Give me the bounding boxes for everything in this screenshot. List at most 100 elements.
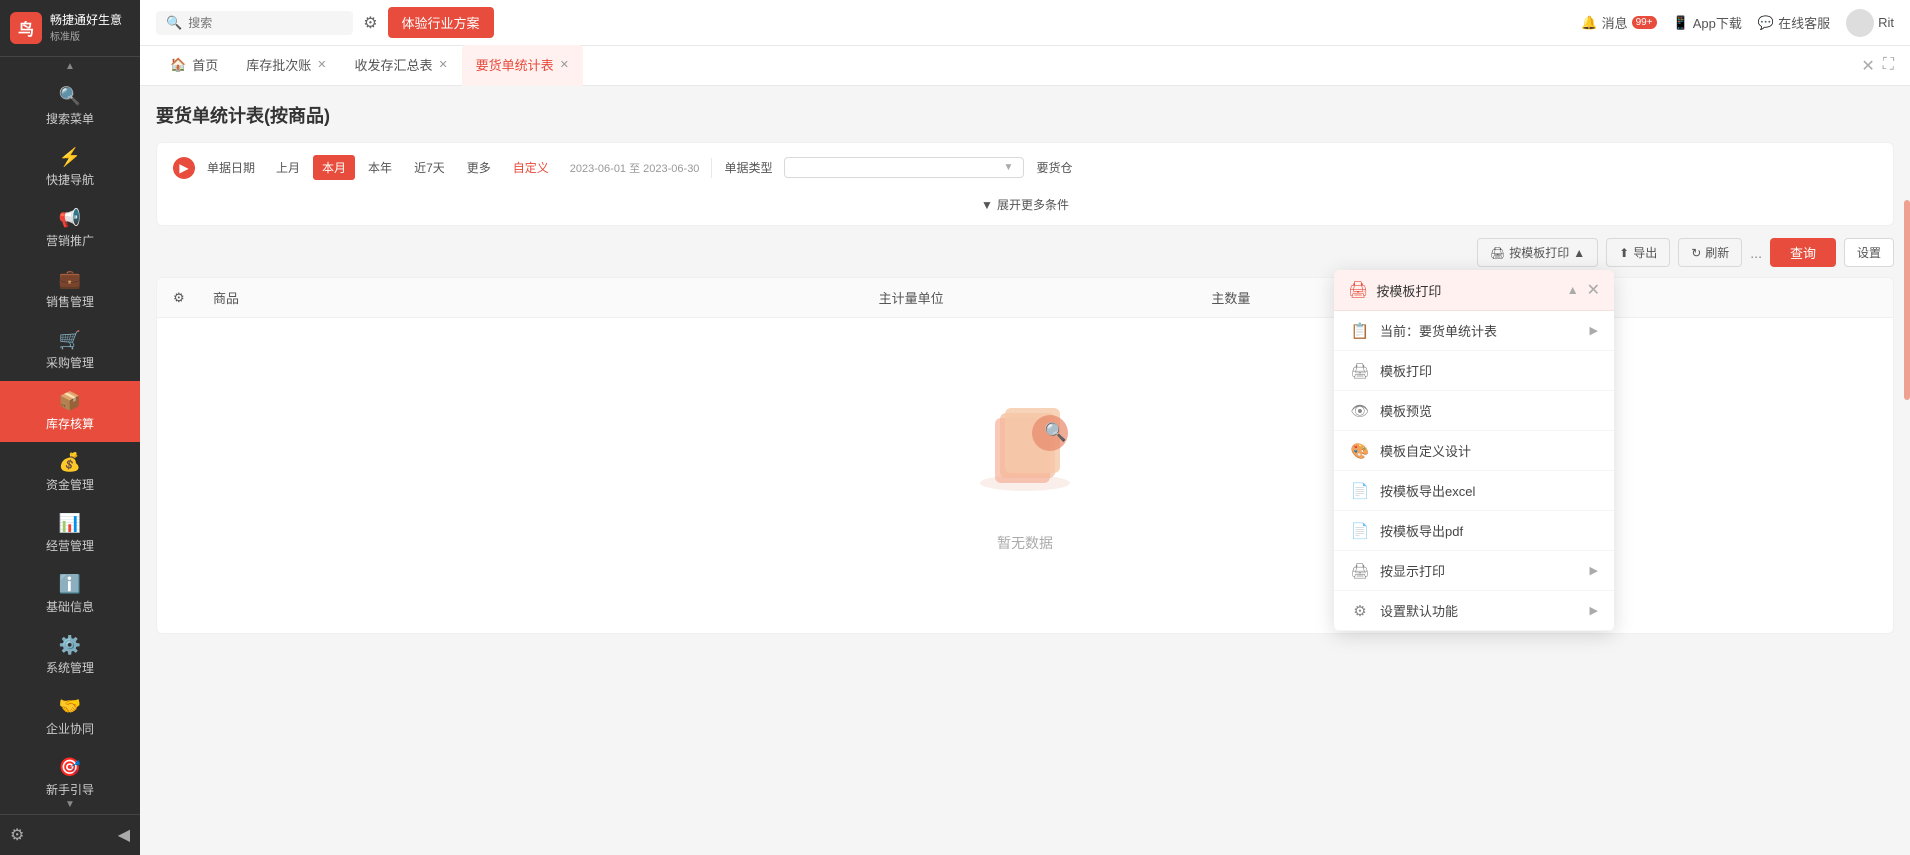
sidebar-item-label: 资金管理 xyxy=(46,476,94,493)
dropdown-title: 🖨 按模板打印 xyxy=(1348,280,1441,300)
date-btn-this-month[interactable]: 本月 xyxy=(313,155,355,180)
finance-icon: 💰 xyxy=(59,452,81,473)
tab-receive-summary-close[interactable]: ✕ xyxy=(438,58,447,71)
system-icon: ⚙️ xyxy=(59,635,81,656)
sidebar-item-finance[interactable]: 💰 资金管理 xyxy=(0,442,140,503)
date-btn-more[interactable]: 更多 xyxy=(458,155,500,180)
sidebar-item-label: 新手引导 xyxy=(46,781,94,795)
tab-order-stats-close[interactable]: ✕ xyxy=(560,58,569,71)
topbar-right: 🔔 消息 99+ 📱 App下载 💬 在线客服 Rit xyxy=(1581,9,1894,37)
search-input[interactable] xyxy=(188,16,343,30)
dropdown-header-controls: ▲ ✕ xyxy=(1567,280,1600,300)
export-btn[interactable]: ⬆ 导出 xyxy=(1606,238,1670,267)
chevron-up-icon: ▲ xyxy=(1573,246,1585,260)
sidebar-logo: 鸟 畅捷通好生意 标准版 xyxy=(0,0,140,57)
export-icon: ⬆ xyxy=(1619,246,1629,260)
collapse-icon[interactable]: ◀ xyxy=(118,825,130,845)
sidebar-item-label: 销售管理 xyxy=(46,293,94,310)
default-func-label: 设置默认功能 xyxy=(1380,601,1458,620)
template-preview-icon: 👁 xyxy=(1350,402,1370,420)
display-print-label: 按显示打印 xyxy=(1380,561,1445,580)
date-btn-prev-month[interactable]: 上月 xyxy=(267,155,309,180)
notifications-btn[interactable]: 🔔 消息 99+ xyxy=(1581,13,1656,32)
dropdown-item-display-print[interactable]: 🖨 按显示打印 ▶ xyxy=(1334,551,1614,591)
tab-home-label: 首页 xyxy=(192,55,218,74)
sidebar-item-system[interactable]: ⚙️ 系统管理 xyxy=(0,625,140,686)
purchase-icon: 🛒 xyxy=(59,330,81,351)
sidebar-scroll-down[interactable]: ▼ xyxy=(0,795,140,814)
user-menu[interactable]: Rit xyxy=(1846,9,1894,37)
sidebar-scroll-up[interactable]: ▲ xyxy=(0,57,140,76)
industry-btn[interactable]: 体验行业方案 xyxy=(388,7,494,38)
empty-icon: 🔍 xyxy=(965,398,1085,517)
export-pdf-label: 按模板导出pdf xyxy=(1380,521,1463,540)
home-icon: 🏠 xyxy=(170,57,186,73)
dropdown-item-template-design[interactable]: 🎨 模板自定义设计 xyxy=(1334,431,1614,471)
tab-inventory-batch-close[interactable]: ✕ xyxy=(317,58,326,71)
print-template-dropdown: 🖨 按模板打印 ▲ ✕ 📋 当前：要货单统计表 ▶ xyxy=(1334,270,1614,631)
settings-icon[interactable]: ⚙ xyxy=(10,825,24,845)
date-btn-7days[interactable]: 近7天 xyxy=(405,155,454,180)
sidebar-item-purchase[interactable]: 🛒 采购管理 xyxy=(0,320,140,381)
settings-btn[interactable]: 设置 xyxy=(1844,238,1894,267)
refresh-btn[interactable]: ↻ 刷新 xyxy=(1678,238,1742,267)
chevron-up-icon[interactable]: ▲ xyxy=(1567,283,1579,297)
more-btn[interactable]: ... xyxy=(1750,245,1762,261)
gear-icon[interactable]: ⚙ xyxy=(363,13,377,33)
print-template-label: 按模板打印 xyxy=(1509,244,1569,261)
sidebar-item-operations[interactable]: 📊 经营管理 xyxy=(0,503,140,564)
sidebar-item-guide[interactable]: 🎯 新手引导 xyxy=(0,747,140,795)
inventory-icon: 📦 xyxy=(59,391,81,412)
sidebar-item-collab[interactable]: 🤝 企业协同 xyxy=(0,686,140,747)
goods-label: 要货仓 xyxy=(1036,159,1072,176)
dropdown-item-current[interactable]: 📋 当前：要货单统计表 ▶ xyxy=(1334,311,1614,351)
app-download-btn[interactable]: 📱 App下载 xyxy=(1673,13,1742,32)
main-content: 🔍 ⚙ 体验行业方案 🔔 消息 99+ 📱 App下载 💬 在线客服 R xyxy=(140,0,1910,855)
sidebar-item-inventory[interactable]: 📦 库存核算 xyxy=(0,381,140,442)
sidebar-item-sales[interactable]: 💼 销售管理 xyxy=(0,259,140,320)
date-filter-label: 单据日期 xyxy=(207,159,255,176)
topbar: 🔍 ⚙ 体验行业方案 🔔 消息 99+ 📱 App下载 💬 在线客服 R xyxy=(140,0,1910,46)
col-settings[interactable]: ⚙ xyxy=(173,290,213,306)
date-btn-custom[interactable]: 自定义 xyxy=(504,155,558,180)
dropdown-item-template-preview[interactable]: 👁 模板预览 xyxy=(1334,391,1614,431)
toolbar-right: 🖨 按模板打印 ▲ ✕ 📋 当前：要货单统计表 ▶ xyxy=(1477,238,1894,267)
sidebar-item-label: 系统管理 xyxy=(46,659,94,676)
print-template-btn[interactable]: 🖨 按模板打印 ▲ xyxy=(1477,238,1598,267)
dropdown-item-template-print[interactable]: 🖨 模板打印 xyxy=(1334,351,1614,391)
maximize-window-btn[interactable]: ⛶ xyxy=(1883,56,1894,76)
dropdown-item-export-pdf[interactable]: 📄 按模板导出pdf xyxy=(1334,511,1614,551)
tab-receive-summary[interactable]: 收发存汇总表 ✕ xyxy=(340,45,461,86)
expand-icon: ▼ xyxy=(981,198,993,212)
sidebar-item-basic-info[interactable]: ℹ️ 基础信息 xyxy=(0,564,140,625)
dropdown-item-export-excel[interactable]: 📄 按模板导出excel xyxy=(1334,471,1614,511)
expand-more-btn[interactable]: ▼ 展开更多条件 xyxy=(981,196,1069,213)
sidebar-item-marketing[interactable]: 📢 营销推广 xyxy=(0,198,140,259)
type-select[interactable]: ▼ xyxy=(784,157,1024,178)
logo-icon: 鸟 xyxy=(10,12,42,44)
online-service-btn[interactable]: 💬 在线客服 xyxy=(1758,13,1830,32)
chevron-down-icon: ▼ xyxy=(1004,162,1014,173)
col-product-header: 商品 xyxy=(213,288,879,307)
close-window-btn[interactable]: ✕ xyxy=(1861,56,1874,76)
window-controls: ✕ ⛶ xyxy=(1861,56,1894,76)
tab-home[interactable]: 🏠 首页 xyxy=(156,45,232,86)
quick-nav-icon: ⚡ xyxy=(59,147,81,168)
operations-icon: 📊 xyxy=(59,513,81,534)
date-btn-this-year[interactable]: 本年 xyxy=(359,155,401,180)
basic-info-icon: ℹ️ xyxy=(59,574,81,595)
tab-order-stats[interactable]: 要货单统计表 ✕ xyxy=(462,45,583,86)
sidebar-item-quick-nav[interactable]: ⚡ 快捷导航 xyxy=(0,137,140,198)
filter-toggle-btn[interactable]: ▶ xyxy=(173,157,195,179)
template-preview-label: 模板预览 xyxy=(1380,401,1432,420)
sidebar-item-search[interactable]: 🔍 搜索菜单 xyxy=(0,76,140,137)
collab-icon: 🤝 xyxy=(59,696,81,717)
dropdown-close-btn[interactable]: ✕ xyxy=(1587,280,1600,300)
scrollbar[interactable] xyxy=(1904,200,1910,400)
tab-inventory-batch[interactable]: 库存批次账 ✕ xyxy=(232,45,340,86)
query-btn[interactable]: 查询 xyxy=(1770,238,1836,267)
notifications-label: 消息 xyxy=(1602,13,1628,32)
search-box[interactable]: 🔍 xyxy=(156,11,353,35)
dropdown-item-default-func[interactable]: ⚙ 设置默认功能 ▶ xyxy=(1334,591,1614,631)
notification-badge: 99+ xyxy=(1632,16,1657,29)
